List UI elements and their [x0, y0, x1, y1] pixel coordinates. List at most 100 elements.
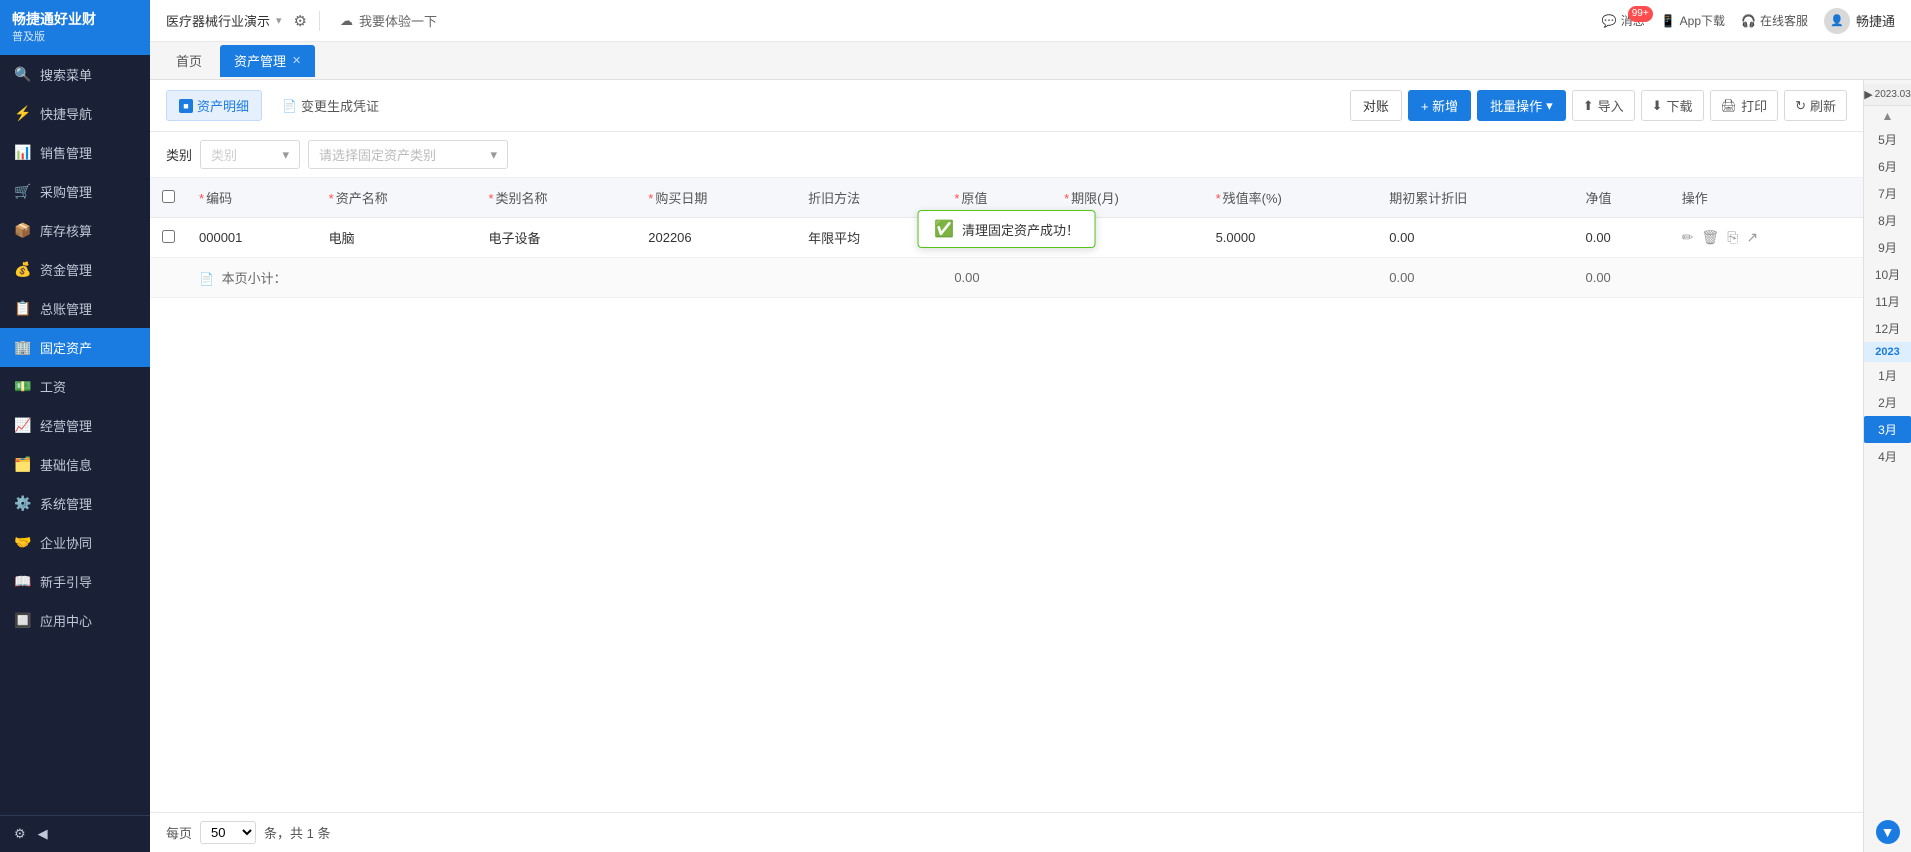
- sidebar-item-系统管理[interactable]: ⚙️系统管理: [0, 484, 150, 523]
- content-wrapper: ■ 资产明细 📄 变更生成凭证 对账 + 新增 批量操作 ▾: [150, 80, 1911, 852]
- subtab-voucher[interactable]: 📄 变更生成凭证: [270, 91, 391, 120]
- col-category: *类别名称: [476, 178, 636, 218]
- experience-button[interactable]: ☁ 我要体验一下: [340, 11, 437, 30]
- user-profile[interactable]: 👤 畅捷通: [1824, 8, 1895, 34]
- cell-name: 电脑: [317, 218, 477, 258]
- subtab-voucher-label: 变更生成凭证: [301, 96, 379, 115]
- row-checkbox[interactable]: [162, 230, 175, 243]
- batch-button[interactable]: 批量操作 ▾: [1477, 90, 1566, 121]
- download-label: 下载: [1667, 96, 1693, 115]
- sidebar-item-新手引导[interactable]: 📖新手引导: [0, 562, 150, 601]
- download-icon: 📱: [1661, 14, 1676, 28]
- sidebar-item-应用中心[interactable]: 🔲应用中心: [0, 601, 150, 640]
- panel-header-label: 2023.03: [1875, 89, 1911, 100]
- message-button[interactable]: 💬 消息 99+: [1602, 12, 1645, 29]
- filter-row: 类别 类别 ▾ 请选择固定资产类别 ▾: [150, 132, 1863, 178]
- month-3-current[interactable]: 3月: [1864, 416, 1911, 443]
- subtotal-original: 0.00: [942, 258, 1052, 298]
- topbar-right: 💬 消息 99+ 📱 App下载 🎧 在线客服 👤 畅捷通: [1602, 8, 1895, 34]
- sidebar-item-label-6: 总账管理: [40, 299, 92, 318]
- month-12[interactable]: 12月: [1864, 315, 1911, 342]
- month-6[interactable]: 6月: [1864, 153, 1911, 180]
- sidebar-item-经营管理[interactable]: 📈经营管理: [0, 406, 150, 445]
- sidebar-item-icon-7: 🏢: [14, 339, 32, 356]
- category-input[interactable]: 请选择固定资产类别 ▾: [308, 140, 508, 169]
- sidebar-item-搜索菜单[interactable]: 🔍搜索菜单: [0, 55, 150, 94]
- tab-home-label: 首页: [176, 51, 202, 70]
- sidebar-item-icon-4: 📦: [14, 222, 32, 239]
- month-9[interactable]: 9月: [1864, 234, 1911, 261]
- edition-label: 普及版: [12, 30, 138, 45]
- sidebar-item-label-10: 基础信息: [40, 455, 92, 474]
- sidebar-item-总账管理[interactable]: 📋 总账管理: [0, 289, 150, 328]
- sidebar-item-销售管理[interactable]: 📊销售管理: [0, 133, 150, 172]
- app-download-button[interactable]: 📱 App下载: [1661, 12, 1725, 29]
- month-7[interactable]: 7月: [1864, 180, 1911, 207]
- copy-icon[interactable]: ⎘: [1727, 229, 1738, 246]
- delete-icon[interactable]: 🗑: [1701, 229, 1719, 246]
- sidebar-item-固定资产[interactable]: 🏢固定资产: [0, 328, 150, 367]
- avatar: 👤: [1824, 8, 1850, 34]
- confirm-button[interactable]: 对账: [1350, 90, 1402, 121]
- per-page-select[interactable]: 50 100: [200, 821, 256, 844]
- cloud-icon: ☁: [340, 13, 353, 29]
- print-button[interactable]: 🖨 打印: [1710, 90, 1779, 121]
- filter-arrow-icon: ▾: [490, 147, 497, 163]
- import-button[interactable]: ⬆ 导入: [1572, 90, 1635, 121]
- category-type-select[interactable]: 类别 ▾: [200, 140, 300, 169]
- sidebar-item-icon-8: 💵: [14, 378, 32, 395]
- sidebar-scroll: 🔍搜索菜单⚡快捷导航📊销售管理🛒采购管理📦库存核算💰资金管理 📋 总账管理 🏢固定资产…: [0, 55, 150, 815]
- download-button[interactable]: ⬇ 下载: [1641, 90, 1704, 121]
- month-4[interactable]: 4月: [1864, 443, 1911, 470]
- panel-up-icon[interactable]: ▲: [1864, 106, 1911, 126]
- month-5[interactable]: 5月: [1864, 126, 1911, 153]
- table-container[interactable]: ✅ 清理固定资产成功！ *编码 *资产名称 *类别名称 *购买日期: [150, 178, 1863, 812]
- print-label: 打印: [1741, 96, 1767, 115]
- edit-icon[interactable]: ✏: [1682, 229, 1694, 246]
- collapse-icon[interactable]: ◀: [38, 826, 48, 842]
- month-10[interactable]: 10月: [1864, 261, 1911, 288]
- sidebar-item-icon-0: 🔍: [14, 66, 32, 83]
- refresh-icon: ↻: [1795, 98, 1806, 114]
- panel-bottom: ▼: [1864, 816, 1911, 852]
- subtab-asset-detail[interactable]: ■ 资产明细: [166, 90, 262, 121]
- sidebar-item-icon-6: 📋: [14, 300, 32, 317]
- sidebar-item-工资[interactable]: 💵工资: [0, 367, 150, 406]
- sidebar-item-label-1: 快捷导航: [40, 104, 92, 123]
- subtotal-residual: [1204, 258, 1378, 298]
- select-all-checkbox[interactable]: [162, 190, 175, 203]
- import-label: 导入: [1598, 96, 1624, 115]
- content-area: ■ 资产明细 📄 变更生成凭证 对账 + 新增 批量操作 ▾: [150, 80, 1863, 852]
- tab-asset-management[interactable]: 资产管理 ✕: [220, 45, 315, 77]
- company-selector[interactable]: 医疗器械行业演示 ▾: [166, 11, 282, 30]
- toolbar-actions: 对账 + 新增 批量操作 ▾ ⬆ 导入 ⬇ 下载: [1350, 90, 1847, 121]
- toggle-panel-icon[interactable]: ▶: [1864, 88, 1872, 101]
- sidebar-item-资金管理[interactable]: 💰资金管理: [0, 250, 150, 289]
- subtab-asset-detail-label: 资产明细: [197, 96, 249, 115]
- refresh-button[interactable]: ↻ 刷新: [1784, 90, 1847, 121]
- more-icon[interactable]: ↗: [1746, 229, 1758, 246]
- month-11[interactable]: 11月: [1864, 288, 1911, 315]
- sidebar-item-快捷导航[interactable]: ⚡快捷导航: [0, 94, 150, 133]
- message-icon: 💬: [1602, 14, 1617, 28]
- sidebar-item-icon-3: 🛒: [14, 183, 32, 200]
- toast-check-icon: ✅: [934, 219, 954, 239]
- sidebar-item-库存核算[interactable]: 📦库存核算: [0, 211, 150, 250]
- tab-home[interactable]: 首页: [162, 45, 216, 77]
- tab-close-icon[interactable]: ✕: [292, 54, 301, 67]
- add-button[interactable]: + 新增: [1408, 90, 1471, 121]
- refresh-label: 刷新: [1810, 96, 1836, 115]
- month-8[interactable]: 8月: [1864, 207, 1911, 234]
- online-service-button[interactable]: 🎧 在线客服: [1741, 12, 1808, 29]
- sidebar-item-企业协同[interactable]: 🤝企业协同: [0, 523, 150, 562]
- month-1[interactable]: 1月: [1864, 362, 1911, 389]
- username-label: 畅捷通: [1856, 11, 1895, 30]
- panel-down-circle-icon[interactable]: ▼: [1876, 820, 1900, 844]
- col-residual-rate: *残值率(%): [1204, 178, 1378, 218]
- sidebar-item-label-5: 资金管理: [40, 260, 92, 279]
- sidebar-item-基础信息[interactable]: 🗂️基础信息: [0, 445, 150, 484]
- settings-icon[interactable]: ⚙: [14, 826, 26, 842]
- topbar-settings-icon[interactable]: ⚙: [294, 12, 307, 30]
- sidebar-item-采购管理[interactable]: 🛒采购管理: [0, 172, 150, 211]
- month-2[interactable]: 2月: [1864, 389, 1911, 416]
